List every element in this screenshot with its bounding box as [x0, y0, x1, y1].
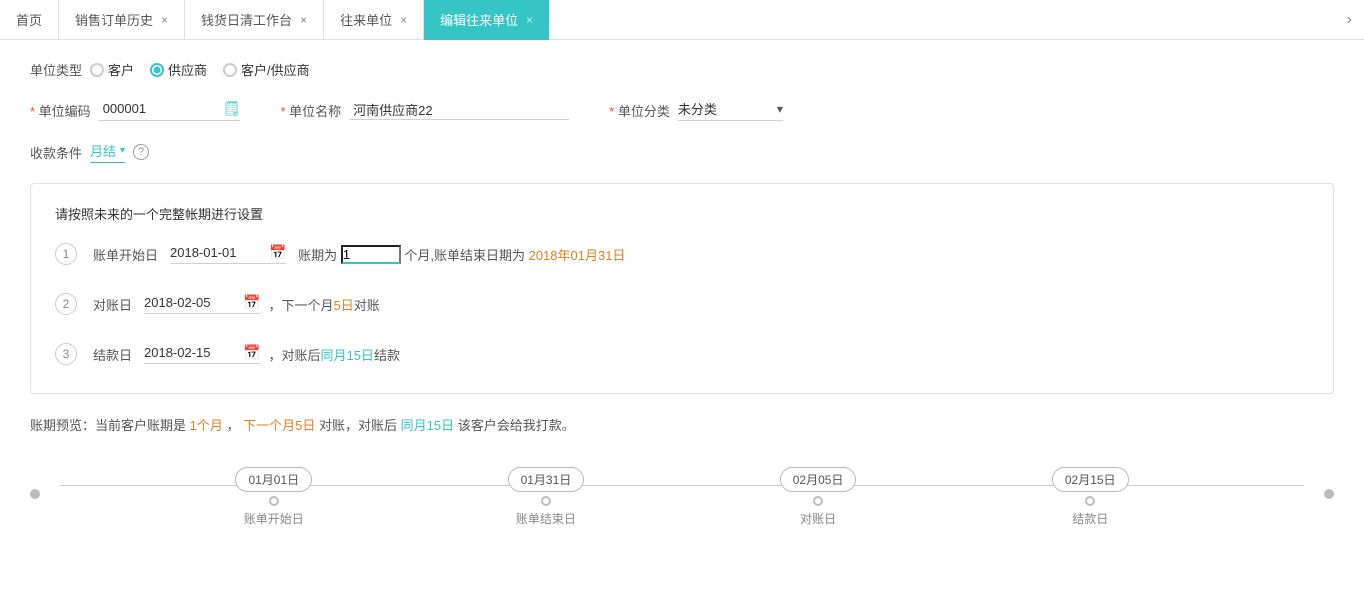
payment-value: 月结	[90, 141, 116, 160]
unit-category-item: 单位分类 未分类 ▾	[609, 99, 783, 121]
payment-row: 收款条件 月结 ▾ ?	[30, 141, 1334, 163]
step-1-num: 1	[55, 243, 77, 265]
payment-label: 收款条件	[30, 143, 82, 162]
unit-code-wrapper: 🗒	[99, 99, 241, 121]
payment-item: 收款条件 月结 ▾ ?	[30, 141, 149, 163]
timeline-node-3: 02月05日 对账日	[780, 467, 857, 527]
tab-more-button[interactable]: ›	[1335, 11, 1364, 29]
timeline-label-1: 账单开始日	[244, 510, 304, 527]
step-1-period-label: 账期为	[294, 245, 340, 264]
step-3-cal-icon[interactable]: 📅	[243, 344, 260, 361]
unit-type-label: 单位类型	[30, 60, 82, 79]
timeline-dot-1	[269, 496, 279, 506]
main-content: 单位类型 客户 供应商 客户/供应商 单位编码	[0, 40, 1364, 608]
unit-code-input[interactable]	[99, 99, 219, 118]
step-2-date-wrap: 📅	[144, 294, 260, 314]
unit-name-label: 单位名称	[280, 101, 341, 120]
unit-category-select[interactable]: 未分类 ▾	[678, 99, 783, 121]
timeline-node-1: 01月01日 账单开始日	[235, 467, 312, 527]
timeline-dot-4	[1085, 496, 1095, 506]
step-2-label: 对账日	[93, 295, 132, 314]
radio-customer-circle	[90, 63, 104, 77]
period-card: 请按照未来的一个完整帐期进行设置 1 账单开始日 📅 账期为 个月,账单结束日期…	[30, 183, 1334, 394]
timeline-badge-4: 02月15日	[1052, 467, 1129, 492]
unit-type-item: 单位类型 客户 供应商 客户/供应商	[30, 60, 310, 79]
step-1-date-input[interactable]	[170, 245, 265, 260]
payment-arrow: ▾	[120, 145, 125, 156]
help-icon[interactable]: ?	[133, 144, 149, 160]
step-1-label: 账单开始日	[93, 245, 158, 264]
step-1-row: 1 账单开始日 📅 账期为 个月,账单结束日期为 2018年01月31日	[55, 243, 1309, 265]
step-2-num: 2	[55, 293, 77, 315]
close-tab-edit-partner[interactable]: ×	[526, 13, 533, 27]
timeline-badge-2: 01月31日	[508, 467, 585, 492]
tab-sales-order[interactable]: 销售订单历史 ×	[59, 0, 185, 40]
step-1-cal-icon[interactable]: 📅	[269, 244, 286, 261]
timeline-dot-3	[813, 496, 823, 506]
unit-category-arrow: ▾	[777, 102, 783, 116]
radio-supplier-circle	[150, 63, 164, 77]
timeline-start-dot	[30, 489, 40, 499]
radio-supplier[interactable]: 供应商	[150, 60, 207, 79]
unit-type-row: 单位类型 客户 供应商 客户/供应商	[30, 60, 1334, 79]
unit-code-label: 单位编码	[30, 101, 91, 120]
unit-type-radio-group: 客户 供应商 客户/供应商	[90, 60, 310, 79]
timeline-badge-3: 02月05日	[780, 467, 857, 492]
close-tab-sales-order[interactable]: ×	[161, 13, 168, 27]
timeline-nodes: 01月01日 账单开始日 01月31日 账单结束日 02月05日 对账日 02月…	[30, 467, 1334, 527]
tab-home[interactable]: 首页	[0, 0, 59, 40]
step-2-cal-icon[interactable]: 📅	[243, 294, 260, 311]
timeline-left-dot	[30, 467, 40, 499]
timeline-dot-2	[541, 496, 551, 506]
timeline-node-2: 01月31日 账单结束日	[508, 467, 585, 527]
tab-partner[interactable]: 往来单位 ×	[324, 0, 424, 40]
preview-text: 账期预览：当前客户账期是 1个月 ， 下一个月5日 对账，对账后 同月15日 该…	[30, 414, 1334, 437]
unit-category-value: 未分类	[678, 99, 717, 118]
step-3-label: 结款日	[93, 345, 132, 364]
radio-customer[interactable]: 客户	[90, 60, 134, 79]
unit-name-item: 单位名称	[280, 100, 569, 120]
payment-select[interactable]: 月结 ▾	[90, 141, 125, 163]
unit-category-label: 单位分类	[609, 101, 670, 120]
unit-info-row: 单位编码 🗒 单位名称 单位分类 未分类 ▾	[30, 99, 1334, 121]
timeline-container: 01月01日 账单开始日 01月31日 账单结束日 02月05日 对账日 02月…	[30, 457, 1334, 557]
step-3-date-input[interactable]	[144, 345, 239, 360]
step-2-date-input[interactable]	[144, 295, 239, 310]
timeline-right-dot	[1324, 467, 1334, 499]
step-3-num: 3	[55, 343, 77, 365]
card-title: 请按照未来的一个完整帐期进行设置	[55, 204, 1309, 223]
unit-name-input[interactable]	[349, 100, 569, 120]
step-3-row: 3 结款日 📅 ，对账后同月15日结款	[55, 343, 1309, 365]
tabs-bar: 首页 销售订单历史 × 钱货日清工作台 × 往来单位 × 编辑往来单位 × ›	[0, 0, 1364, 40]
close-tab-cash-work[interactable]: ×	[300, 13, 307, 27]
tab-edit-partner[interactable]: 编辑往来单位 ×	[424, 0, 550, 40]
timeline-node-4: 02月15日 结款日	[1052, 467, 1129, 527]
step-2-desc: ，下一个月5日对账	[268, 295, 379, 314]
step-1-period-input[interactable]	[341, 245, 401, 264]
step-3-desc: ，对账后同月15日结款	[268, 345, 400, 364]
unit-code-item: 单位编码 🗒	[30, 99, 240, 121]
step-3-date-wrap: 📅	[144, 344, 260, 364]
timeline-label-2: 账单结束日	[516, 510, 576, 527]
timeline-label-4: 结款日	[1072, 510, 1108, 527]
timeline-badge-1: 01月01日	[235, 467, 312, 492]
radio-both[interactable]: 客户/供应商	[223, 60, 310, 79]
step-1-period-suffix: 个月,账单结束日期为 2018年01月31日	[401, 245, 626, 264]
timeline-label-3: 对账日	[800, 510, 836, 527]
tab-cash-work[interactable]: 钱货日清工作台 ×	[185, 0, 324, 40]
step-1-date-wrap: 📅	[170, 244, 286, 264]
radio-both-circle	[223, 63, 237, 77]
close-tab-partner[interactable]: ×	[400, 13, 407, 27]
timeline-end-dot	[1324, 489, 1334, 499]
unit-code-icon[interactable]: 🗒	[223, 100, 241, 117]
step-2-row: 2 对账日 📅 ，下一个月5日对账	[55, 293, 1309, 315]
